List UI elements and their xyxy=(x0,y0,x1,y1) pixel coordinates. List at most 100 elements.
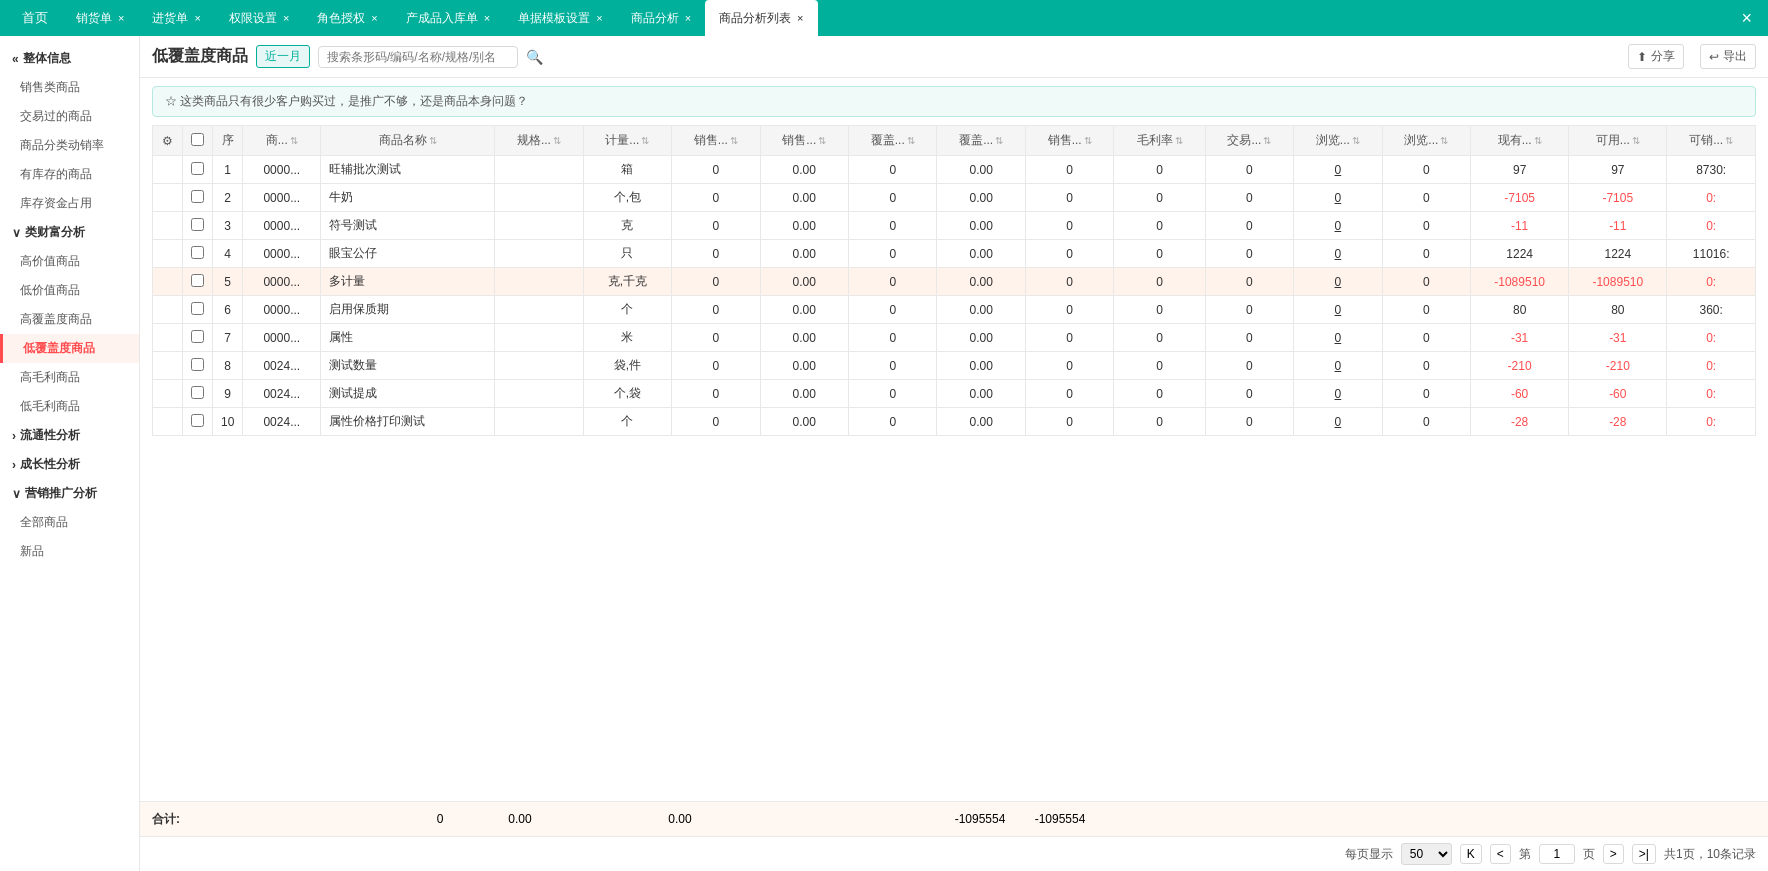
row-settings[interactable] xyxy=(153,352,183,380)
row-settings[interactable] xyxy=(153,380,183,408)
row-browse1[interactable]: 0 xyxy=(1294,268,1382,296)
col-spec[interactable]: 规格...⇅ xyxy=(495,126,583,156)
col-sales2[interactable]: 销售...⇅ xyxy=(1025,126,1113,156)
row-checkbox[interactable] xyxy=(183,268,213,296)
row-browse1[interactable]: 0 xyxy=(1294,240,1382,268)
nav-close-icon[interactable]: × xyxy=(371,12,377,24)
nav-close-icon[interactable]: × xyxy=(685,12,691,24)
first-page-button[interactable]: K xyxy=(1460,844,1482,864)
col-code[interactable]: 商...⇅ xyxy=(243,126,321,156)
col-sellable[interactable]: 可销...⇅ xyxy=(1667,126,1756,156)
export-button[interactable]: ↩ 导出 xyxy=(1700,44,1756,69)
row-settings[interactable] xyxy=(153,212,183,240)
share-button[interactable]: ⬆ 分享 xyxy=(1628,44,1684,69)
sidebar-item-high-coverage[interactable]: 高覆盖度商品 xyxy=(0,305,139,334)
sidebar-item-high-value[interactable]: 高价值商品 xyxy=(0,247,139,276)
sidebar-item-new-goods[interactable]: 新品 xyxy=(0,537,139,566)
col-unit[interactable]: 计量...⇅ xyxy=(583,126,671,156)
col-sales-qty[interactable]: 销售...⇅ xyxy=(672,126,760,156)
nav-permissions[interactable]: 权限设置 × xyxy=(215,0,303,36)
sidebar-section-flow[interactable]: › 流通性分析 xyxy=(0,421,139,450)
col-current-stock[interactable]: 现有...⇅ xyxy=(1471,126,1569,156)
nav-sales-order[interactable]: 销货单 × xyxy=(62,0,138,36)
nav-close-icon[interactable]: × xyxy=(194,12,200,24)
row-settings[interactable] xyxy=(153,324,183,352)
col-cover2[interactable]: 覆盖...⇅ xyxy=(937,126,1025,156)
nav-template[interactable]: 单据模板设置 × xyxy=(504,0,616,36)
row-select-checkbox[interactable] xyxy=(191,414,204,427)
sidebar-item-low-margin[interactable]: 低毛利商品 xyxy=(0,392,139,421)
table-container[interactable]: ⚙ 序 商...⇅ 商品名称⇅ 规格...⇅ 计量...⇅ 销售...⇅ 销售.… xyxy=(152,125,1756,801)
col-browse1[interactable]: 浏览...⇅ xyxy=(1294,126,1382,156)
nav-close-icon[interactable]: × xyxy=(484,12,490,24)
row-checkbox[interactable] xyxy=(183,408,213,436)
col-settings[interactable]: ⚙ xyxy=(153,126,183,156)
row-browse1[interactable]: 0 xyxy=(1294,296,1382,324)
nav-product-stock[interactable]: 产成品入库单 × xyxy=(392,0,504,36)
row-browse1[interactable]: 0 xyxy=(1294,408,1382,436)
nav-role-auth[interactable]: 角色授权 × xyxy=(303,0,391,36)
col-available[interactable]: 可用...⇅ xyxy=(1569,126,1667,156)
nav-close-icon[interactable]: × xyxy=(596,12,602,24)
col-trade[interactable]: 交易...⇅ xyxy=(1205,126,1293,156)
row-select-checkbox[interactable] xyxy=(191,190,204,203)
nav-purchase-order[interactable]: 进货单 × xyxy=(138,0,214,36)
row-select-checkbox[interactable] xyxy=(191,330,204,343)
sidebar-item-low-coverage[interactable]: 低覆盖度商品 xyxy=(0,334,139,363)
current-page-input[interactable] xyxy=(1539,844,1575,864)
row-checkbox[interactable] xyxy=(183,212,213,240)
row-settings[interactable] xyxy=(153,296,183,324)
sidebar-item-sales-goods[interactable]: 销售类商品 xyxy=(0,73,139,102)
nav-close-icon[interactable]: × xyxy=(118,12,124,24)
row-checkbox[interactable] xyxy=(183,156,213,184)
row-checkbox[interactable] xyxy=(183,296,213,324)
search-button[interactable]: 🔍 xyxy=(526,49,543,65)
row-settings[interactable] xyxy=(153,240,183,268)
window-close-button[interactable]: × xyxy=(1733,8,1760,29)
row-checkbox[interactable] xyxy=(183,240,213,268)
col-cover1[interactable]: 覆盖...⇅ xyxy=(849,126,937,156)
page-size-select[interactable]: 50 20 100 xyxy=(1401,843,1452,865)
row-browse1[interactable]: 0 xyxy=(1294,184,1382,212)
row-select-checkbox[interactable] xyxy=(191,274,204,287)
nav-goods-analysis-list[interactable]: 商品分析列表 × xyxy=(705,0,817,36)
row-select-checkbox[interactable] xyxy=(191,358,204,371)
sidebar-section-overall[interactable]: « 整体信息 xyxy=(0,44,139,73)
nav-close-icon[interactable]: × xyxy=(283,12,289,24)
row-browse1[interactable]: 0 xyxy=(1294,380,1382,408)
sidebar-item-traded-goods[interactable]: 交易过的商品 xyxy=(0,102,139,131)
row-select-checkbox[interactable] xyxy=(191,218,204,231)
col-checkbox[interactable] xyxy=(183,126,213,156)
row-select-checkbox[interactable] xyxy=(191,246,204,259)
sidebar-section-marketing[interactable]: ∨ 营销推广分析 xyxy=(0,479,139,508)
row-checkbox[interactable] xyxy=(183,352,213,380)
col-name[interactable]: 商品名称⇅ xyxy=(321,126,495,156)
row-browse1[interactable]: 0 xyxy=(1294,324,1382,352)
search-input[interactable] xyxy=(318,46,518,68)
time-filter-button[interactable]: 近一月 xyxy=(256,45,310,68)
nav-goods-analysis[interactable]: 商品分析 × xyxy=(617,0,705,36)
nav-close-icon-active[interactable]: × xyxy=(797,12,803,24)
sidebar-item-in-stock[interactable]: 有库存的商品 xyxy=(0,160,139,189)
col-sales-amt[interactable]: 销售...⇅ xyxy=(760,126,848,156)
sidebar-section-wealth[interactable]: ∨ 类财富分析 xyxy=(0,218,139,247)
select-all-checkbox[interactable] xyxy=(191,133,204,146)
sidebar-item-high-margin[interactable]: 高毛利商品 xyxy=(0,363,139,392)
row-checkbox[interactable] xyxy=(183,184,213,212)
col-gross-rate[interactable]: 毛利率⇅ xyxy=(1114,126,1205,156)
row-browse1[interactable]: 0 xyxy=(1294,352,1382,380)
row-settings[interactable] xyxy=(153,268,183,296)
sidebar-item-low-value[interactable]: 低价值商品 xyxy=(0,276,139,305)
row-select-checkbox[interactable] xyxy=(191,302,204,315)
row-select-checkbox[interactable] xyxy=(191,386,204,399)
sidebar-section-growth[interactable]: › 成长性分析 xyxy=(0,450,139,479)
nav-home[interactable]: 首页 xyxy=(8,0,62,36)
row-settings[interactable] xyxy=(153,184,183,212)
sidebar-item-stock-capital[interactable]: 库存资金占用 xyxy=(0,189,139,218)
last-page-button[interactable]: >| xyxy=(1632,844,1656,864)
next-page-button[interactable]: > xyxy=(1603,844,1624,864)
row-settings[interactable] xyxy=(153,408,183,436)
row-checkbox[interactable] xyxy=(183,324,213,352)
row-select-checkbox[interactable] xyxy=(191,162,204,175)
prev-page-button[interactable]: < xyxy=(1490,844,1511,864)
